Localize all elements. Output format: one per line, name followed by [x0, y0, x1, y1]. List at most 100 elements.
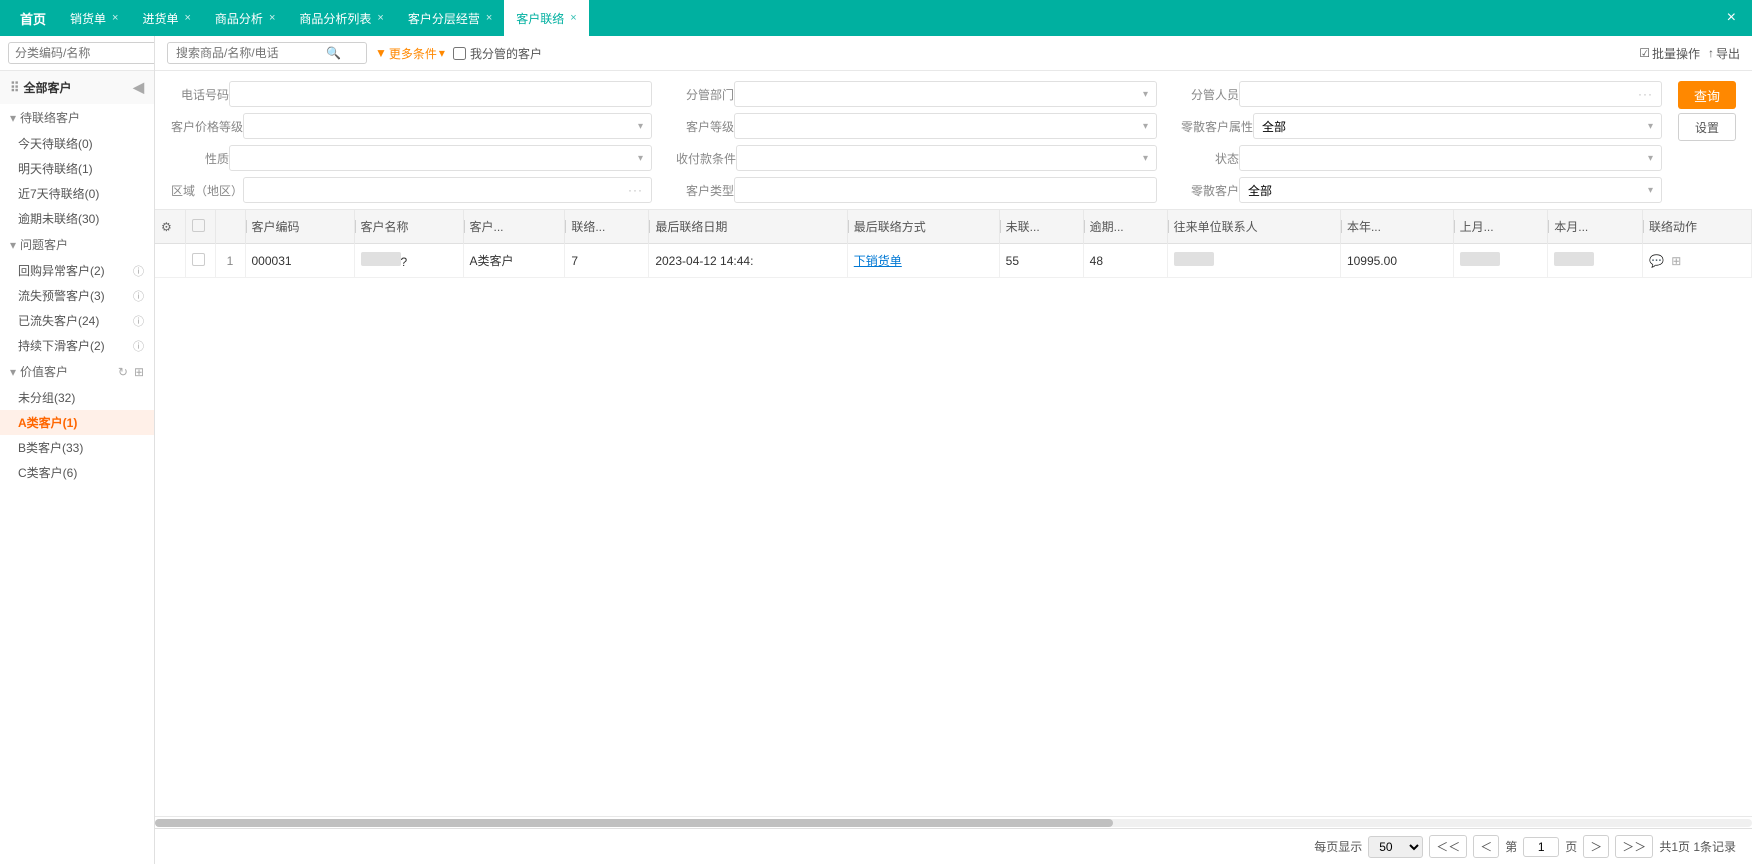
row-checkbox[interactable]: [192, 253, 205, 266]
filter-price-grade-select[interactable]: ▾: [243, 113, 652, 139]
filter-sparse-attr-select[interactable]: 全部 ▾: [1253, 113, 1662, 139]
col-customer-code: 客户编码: [245, 210, 354, 244]
tab-home[interactable]: 首页: [8, 0, 58, 36]
my-customers-checkbox-label[interactable]: 我分管的客户: [453, 45, 542, 62]
filter-customer-grade: 客户等级 ▾: [676, 113, 1157, 139]
tab-purchase[interactable]: 进货单 ×: [130, 0, 202, 36]
sidebar-item-tomorrow[interactable]: 明天待联络(1): [0, 156, 154, 181]
col-overdue: 逾期...: [1083, 210, 1167, 244]
close-all-tabs[interactable]: ×: [1719, 9, 1744, 27]
more-conditions-btn[interactable]: ▼ 更多条件 ▾: [375, 45, 445, 62]
close-customer-contact-tab[interactable]: ×: [570, 12, 576, 24]
filter-row-2: 客户价格等级 ▾ 客户等级 ▾: [171, 113, 1662, 139]
filter-customer-type-select[interactable]: [734, 177, 1157, 203]
main-search-icon[interactable]: 🔍: [326, 46, 341, 60]
close-goods-list-tab[interactable]: ×: [377, 12, 383, 24]
tab-customer-contact[interactable]: 客户联络 ×: [504, 0, 588, 36]
sidebar-item-declining[interactable]: 持续下滑客户(2) ⓘ: [0, 333, 154, 358]
cell-overdue: 48: [1083, 244, 1167, 278]
select-all-checkbox[interactable]: [192, 219, 205, 232]
filter-row-1: 电话号码 分管部门 ▾ 分管人员: [171, 81, 1662, 107]
col-customer-name: 客户名称: [354, 210, 463, 244]
sidebar-item-churned[interactable]: 已流失客户(24) ⓘ: [0, 308, 154, 333]
batch-op-btn[interactable]: ☑ 批量操作: [1639, 45, 1700, 62]
gear-icon[interactable]: ⚙: [161, 220, 172, 234]
scrollbar-thumb[interactable]: [155, 819, 1113, 827]
prev-page-btn[interactable]: ＜: [1473, 835, 1499, 858]
refresh-icon[interactable]: ↻: [118, 365, 128, 379]
filter-payment-select[interactable]: ▾: [736, 145, 1157, 171]
table-row: 1 000031 ? A类客户 7 2023-04-12 14:44: 下销货单…: [155, 244, 1752, 278]
filter-person-select[interactable]: ···: [1239, 81, 1662, 107]
sidebar-item-week[interactable]: 近7天待联络(0): [0, 181, 154, 206]
sidebar-item-class-b[interactable]: B类客户(33): [0, 435, 154, 460]
filter-status: 状态 ▾: [1181, 145, 1662, 171]
filter-phone-input[interactable]: [229, 81, 652, 107]
close-sales-tab[interactable]: ×: [112, 12, 118, 24]
sidebar-item-churn-warning[interactable]: 流失预警客户(3) ⓘ: [0, 283, 154, 308]
next-page-btn[interactable]: ＞: [1583, 835, 1609, 858]
cell-uncontacted: 55: [999, 244, 1083, 278]
sidebar: 🔍 ⠿ 全部客户 ◀ ▾ 待联络客户 今天待联络(0) 明天待联络(1) 近7天…: [0, 36, 155, 864]
sidebar-collapse-btn[interactable]: ◀: [133, 79, 144, 96]
cell-name: ?: [354, 244, 463, 278]
content-area: 🔍 ▼ 更多条件 ▾ 我分管的客户 ☑ 批量操作 ↑ 导出: [155, 36, 1752, 864]
sidebar-search-input[interactable]: [8, 42, 155, 64]
cell-code: 000031: [245, 244, 354, 278]
filter-customer-grade-select[interactable]: ▾: [734, 113, 1157, 139]
tab-goods-analysis[interactable]: 商品分析 ×: [203, 0, 287, 36]
cell-this-year: 10995.00: [1340, 244, 1453, 278]
sidebar-item-repurchase-abnormal[interactable]: 回购异常客户(2) ⓘ: [0, 258, 154, 283]
per-page-select[interactable]: 50 100 200: [1368, 836, 1423, 858]
section-arrow-pending: ▾: [10, 111, 16, 125]
filter-nature: 性质 ▾: [171, 145, 652, 171]
section-arrow-value: ▾: [10, 365, 16, 379]
col-last-month: 上月...: [1453, 210, 1548, 244]
horizontal-scrollbar[interactable]: [155, 816, 1752, 828]
main-layout: 🔍 ⠿ 全部客户 ◀ ▾ 待联络客户 今天待联络(0) 明天待联络(1) 近7天…: [0, 36, 1752, 864]
action-icon-2[interactable]: ⊞: [1671, 254, 1681, 268]
page-suffix: 页: [1565, 838, 1577, 855]
filter-panel: 电话号码 分管部门 ▾ 分管人员: [155, 71, 1752, 210]
sidebar-section-value[interactable]: ▾ 价值客户 ↻ ⊞: [0, 358, 154, 385]
tab-goods-list[interactable]: 商品分析列表 ×: [287, 0, 395, 36]
col-last-contact-date: 最后联络日期: [649, 210, 847, 244]
sidebar-item-overdue[interactable]: 逾期未联络(30): [0, 206, 154, 231]
filter-sparse-customer-select[interactable]: 全部 ▾: [1239, 177, 1662, 203]
sidebar-section-problems[interactable]: ▾ 问题客户: [0, 231, 154, 258]
export-btn[interactable]: ↑ 导出: [1708, 45, 1740, 62]
section-arrow-problems: ▾: [10, 238, 16, 252]
query-button[interactable]: 查询: [1678, 81, 1736, 109]
sidebar-item-class-a[interactable]: A类客户(1): [0, 410, 154, 435]
nature-chevron: ▾: [638, 153, 643, 164]
tab-sales[interactable]: 销货单 ×: [58, 0, 130, 36]
sidebar-item-ungrouped[interactable]: 未分组(32): [0, 385, 154, 410]
action-icon-1[interactable]: 💬: [1649, 254, 1664, 268]
filter-status-select[interactable]: ▾: [1239, 145, 1662, 171]
close-customer-segment-tab[interactable]: ×: [486, 12, 492, 24]
settings-button[interactable]: 设置: [1678, 113, 1736, 141]
tab-customer-segment[interactable]: 客户分层经营 ×: [396, 0, 504, 36]
payment-chevron: ▾: [1143, 153, 1148, 164]
cell-last-contact-method[interactable]: 下销货单: [847, 244, 999, 278]
filter-dept-select[interactable]: ▾: [734, 81, 1157, 107]
filter-region-select[interactable]: ···: [243, 177, 652, 203]
first-page-btn[interactable]: ＜＜: [1429, 835, 1467, 858]
col-contact-num: 联络...: [565, 210, 649, 244]
sidebar-all-customers[interactable]: ⠿ 全部客户 ◀: [0, 71, 154, 104]
last-page-btn[interactable]: ＞＞: [1615, 835, 1653, 858]
sidebar-item-class-c[interactable]: C类客户(6): [0, 460, 154, 485]
sidebar-item-today[interactable]: 今天待联络(0): [0, 131, 154, 156]
filter-bar: 🔍 ▼ 更多条件 ▾ 我分管的客户 ☑ 批量操作 ↑ 导出: [155, 36, 1752, 71]
page-input[interactable]: [1523, 837, 1559, 857]
contact-method-link[interactable]: 下销货单: [854, 254, 902, 268]
main-search-input[interactable]: [176, 46, 326, 60]
close-purchase-tab[interactable]: ×: [184, 12, 190, 24]
col-actions: 联络动作: [1642, 210, 1751, 244]
close-goods-analysis-tab[interactable]: ×: [269, 12, 275, 24]
sidebar-section-pending[interactable]: ▾ 待联络客户: [0, 104, 154, 131]
add-value-group-icon[interactable]: ⊞: [134, 365, 144, 379]
filter-nature-select[interactable]: ▾: [229, 145, 652, 171]
col-uncontacted: 未联...: [999, 210, 1083, 244]
my-customers-checkbox[interactable]: [453, 47, 466, 60]
